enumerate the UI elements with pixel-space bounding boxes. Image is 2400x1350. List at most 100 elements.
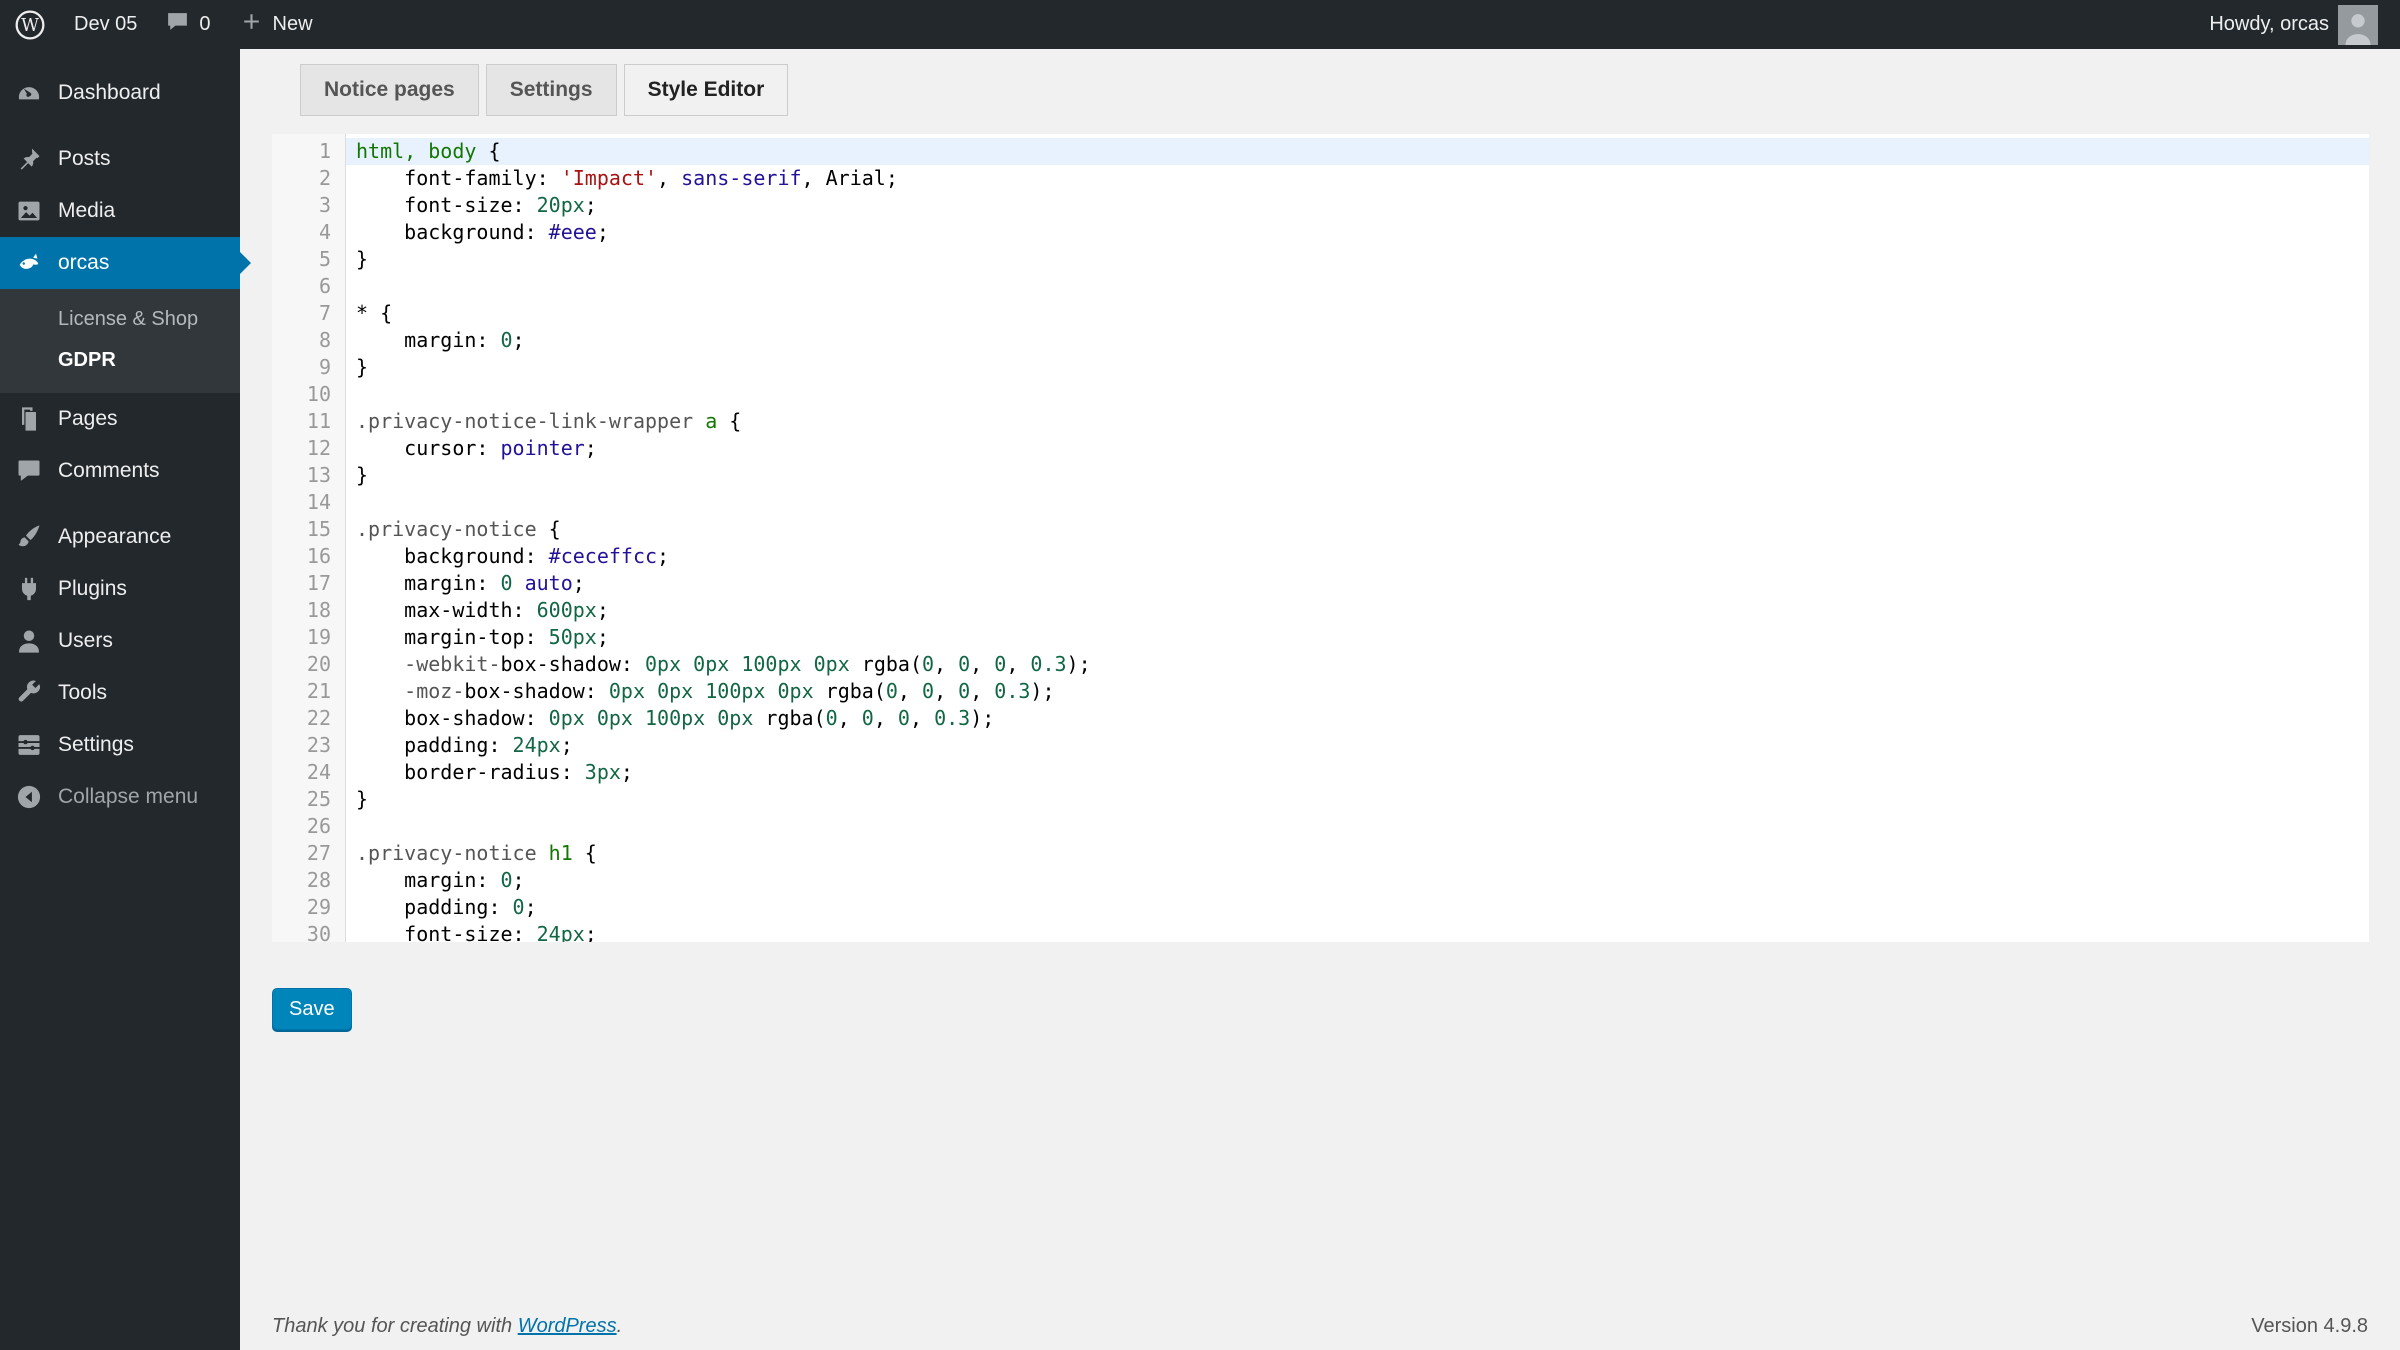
site-name[interactable]: Dev 05 xyxy=(60,0,151,49)
code-line[interactable]: .privacy-notice h1 { xyxy=(346,840,2369,867)
account-menu[interactable]: Howdy, orcas xyxy=(2195,4,2392,45)
line-number: 10 xyxy=(306,382,331,406)
code-line[interactable]: max-width: 600px; xyxy=(346,597,2369,624)
orcas-submenu: License & Shop GDPR xyxy=(0,289,240,393)
code-line[interactable] xyxy=(346,489,2369,516)
plugins-icon xyxy=(0,575,58,603)
line-number: 17 xyxy=(306,571,331,595)
code-line[interactable]: border-radius: 3px; xyxy=(346,759,2369,786)
new-content-button[interactable]: New xyxy=(225,0,327,49)
line-number: 22 xyxy=(306,706,331,730)
code-line[interactable]: -webkit-box-shadow: 0px 0px 100px 0px rg… xyxy=(346,651,2369,678)
line-number: 18 xyxy=(306,598,331,622)
save-button[interactable]: Save xyxy=(272,988,352,1030)
code-line[interactable]: margin: 0; xyxy=(346,867,2369,894)
comments-shortcut[interactable]: 0 xyxy=(151,0,224,49)
line-number: 19 xyxy=(306,625,331,649)
line-number: 21 xyxy=(306,679,331,703)
code-line[interactable]: } xyxy=(346,462,2369,489)
code-line[interactable]: .privacy-notice { xyxy=(346,516,2369,543)
sidebar-item-plugins[interactable]: Plugins xyxy=(0,563,240,615)
sidebar-item-label: Collapse menu xyxy=(58,785,199,808)
posts-icon xyxy=(0,145,58,173)
editor-code[interactable]: html, body { font-family: 'Impact', sans… xyxy=(346,134,2369,942)
sidebar-item-dashboard[interactable]: Dashboard xyxy=(0,67,240,119)
sidebar-item-label: Users xyxy=(58,629,113,652)
line-number: 15 xyxy=(306,517,331,541)
sidebar-item-label: Settings xyxy=(58,733,134,756)
code-line[interactable]: } xyxy=(346,786,2369,813)
avatar xyxy=(2338,4,2378,45)
code-line[interactable]: box-shadow: 0px 0px 100px 0px rgba(0, 0,… xyxy=(346,705,2369,732)
code-line[interactable]: padding: 24px; xyxy=(346,732,2369,759)
sidebar-item-posts[interactable]: Posts xyxy=(0,133,240,185)
footer-thanks: Thank you for creating with WordPress. xyxy=(272,1315,622,1338)
footer-thanks-text: Thank you for creating with xyxy=(272,1315,518,1337)
code-line[interactable] xyxy=(346,381,2369,408)
tab-style-editor[interactable]: Style Editor xyxy=(623,64,789,116)
menu-separator xyxy=(0,497,240,511)
code-line[interactable]: * { xyxy=(346,300,2369,327)
code-line[interactable]: margin-top: 50px; xyxy=(346,624,2369,651)
line-number: 12 xyxy=(306,436,331,460)
appearance-icon xyxy=(0,523,58,551)
sidebar-item-label: Appearance xyxy=(58,525,172,548)
line-number: 29 xyxy=(306,895,331,919)
code-line[interactable]: } xyxy=(346,246,2369,273)
sidebar-item-settings[interactable]: Settings xyxy=(0,719,240,771)
line-number: 16 xyxy=(306,544,331,568)
code-line[interactable]: } xyxy=(346,354,2369,381)
sidebar-item-comments[interactable]: Comments xyxy=(0,445,240,497)
code-line[interactable]: padding: 0; xyxy=(346,894,2369,921)
new-label: New xyxy=(272,13,313,35)
footer: Thank you for creating with WordPress. V… xyxy=(272,1315,2368,1338)
code-line[interactable]: background: #eee; xyxy=(346,219,2369,246)
code-line[interactable]: .privacy-notice-link-wrapper a { xyxy=(346,408,2369,435)
line-number: 2 xyxy=(318,166,331,190)
code-line[interactable]: font-size: 20px; xyxy=(346,192,2369,219)
tab-settings[interactable]: Settings xyxy=(485,64,617,116)
line-number: 9 xyxy=(318,355,331,379)
wordpress-logo[interactable]: W xyxy=(0,0,60,49)
code-line[interactable]: html, body { xyxy=(346,138,2369,165)
submenu-item-gdpr[interactable]: GDPR xyxy=(0,340,240,381)
code-line[interactable] xyxy=(346,813,2369,840)
site-name-label: Dev 05 xyxy=(74,13,138,35)
admin-bar-right: Howdy, orcas xyxy=(2195,0,2400,49)
code-line[interactable] xyxy=(346,273,2369,300)
settings-icon xyxy=(0,731,58,759)
sidebar-item-label: Posts xyxy=(58,147,111,170)
code-editor[interactable]: 1 2 3 4 5 6 7 8 9 10 11 12 13 14 15 16 17 18 19 20 21 22 23 24 2… xyxy=(272,134,2369,942)
code-line[interactable]: background: #ceceffcc; xyxy=(346,543,2369,570)
submenu-item-license-shop[interactable]: License & Shop xyxy=(0,299,240,340)
admin-sidebar: Dashboard Posts Media orcas License & Shop GD… xyxy=(0,49,240,1350)
admin-menu: Dashboard Posts Media orcas License & Shop GD… xyxy=(0,49,240,823)
line-number: 6 xyxy=(318,274,331,298)
sidebar-item-pages[interactable]: Pages xyxy=(0,393,240,445)
code-line[interactable]: font-size: 24px; xyxy=(346,921,2369,942)
code-line[interactable]: -moz-box-shadow: 0px 0px 100px 0px rgba(… xyxy=(346,678,2369,705)
wordpress-link[interactable]: WordPress xyxy=(518,1315,617,1337)
sidebar-item-orcas[interactable]: orcas xyxy=(0,237,240,289)
sidebar-item-label: Plugins xyxy=(58,577,127,600)
line-number: 28 xyxy=(306,868,331,892)
users-icon xyxy=(0,627,58,655)
line-number: 14 xyxy=(306,490,331,514)
media-icon xyxy=(0,197,58,225)
orcas-icon xyxy=(0,249,58,277)
sidebar-item-tools[interactable]: Tools xyxy=(0,667,240,719)
content-area: Notice pages Settings Style Editor 1234567… xyxy=(240,49,2400,1350)
code-line[interactable]: cursor: pointer; xyxy=(346,435,2369,462)
menu-separator xyxy=(0,119,240,133)
sidebar-item-users[interactable]: Users xyxy=(0,615,240,667)
sidebar-item-media[interactable]: Media xyxy=(0,185,240,237)
sidebar-item-collapse-menu[interactable]: Collapse menu xyxy=(0,771,240,823)
admin-bar: W Dev 05 0 New Howdy, orcas xyxy=(0,0,2400,49)
version-label: Version 4.9.8 xyxy=(2251,1315,2368,1337)
code-line[interactable]: margin: 0 auto; xyxy=(346,570,2369,597)
tab-notice-pages[interactable]: Notice pages xyxy=(300,64,479,116)
code-line[interactable]: margin: 0; xyxy=(346,327,2369,354)
sidebar-item-appearance[interactable]: Appearance xyxy=(0,511,240,563)
code-line[interactable]: font-family: 'Impact', sans-serif, Arial… xyxy=(346,165,2369,192)
footer-thanks-period: . xyxy=(616,1315,623,1337)
